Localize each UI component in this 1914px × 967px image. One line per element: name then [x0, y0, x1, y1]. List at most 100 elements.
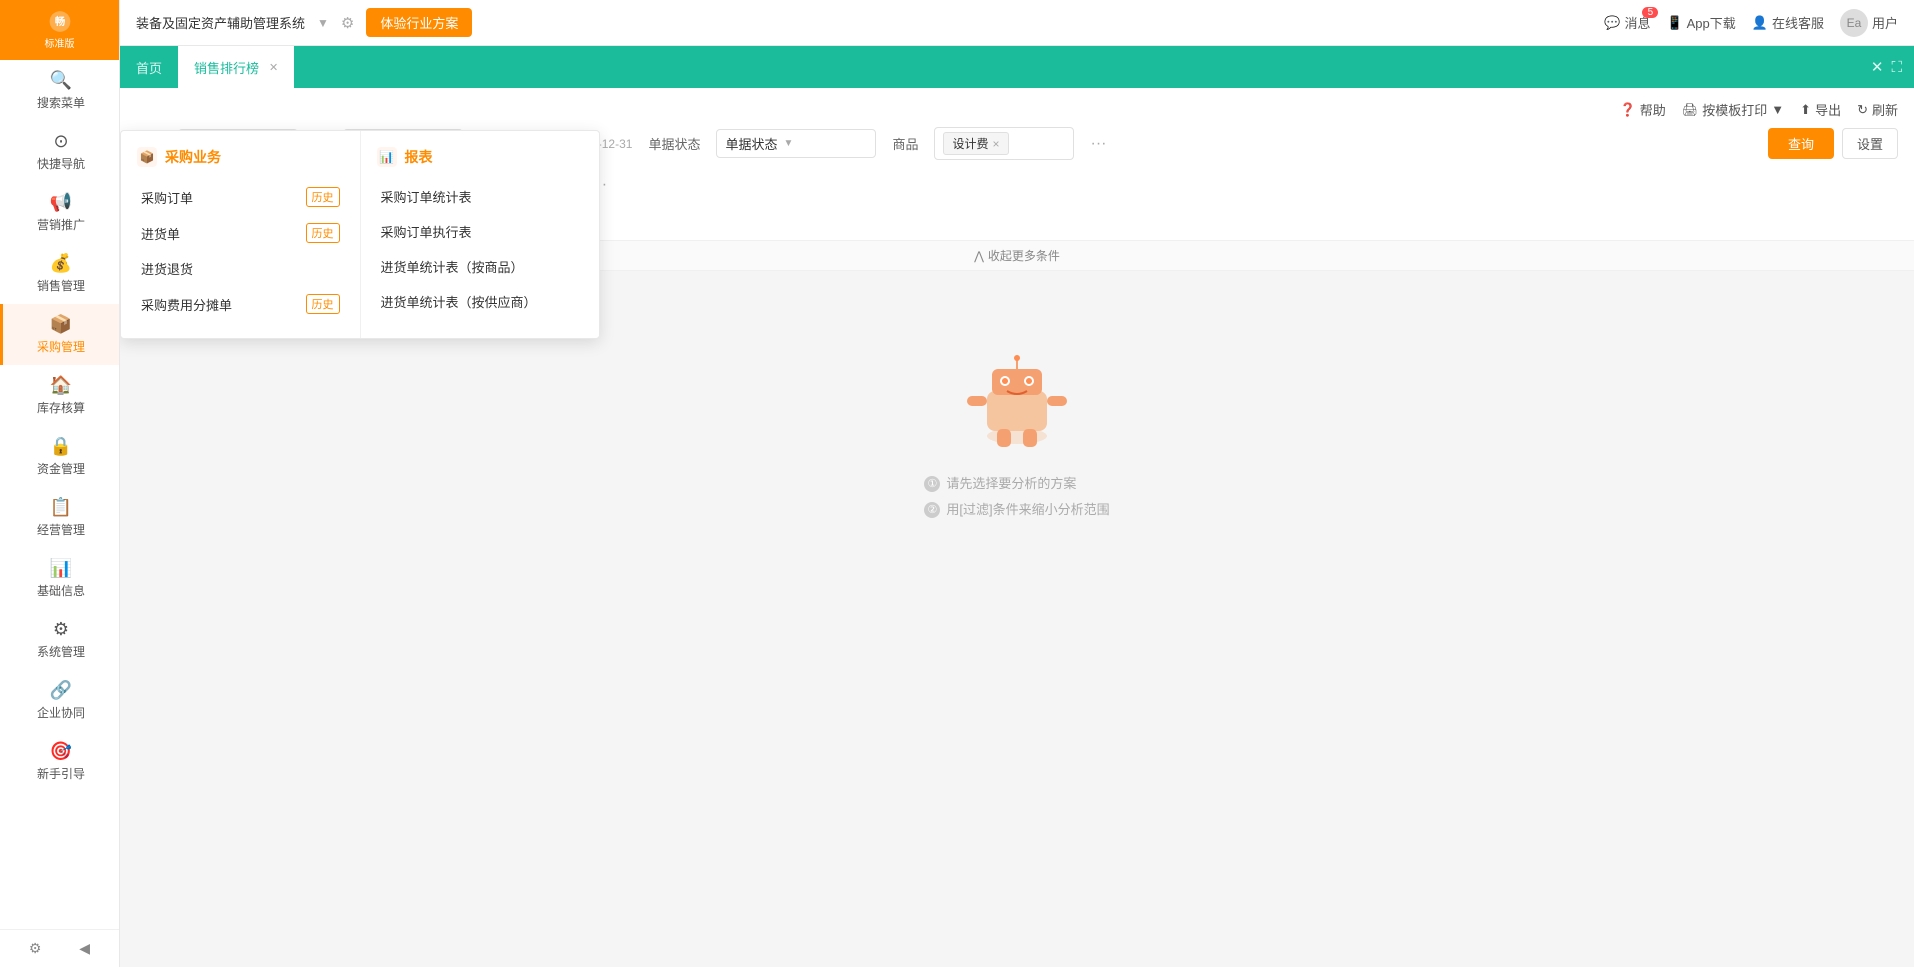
topbar: 装备及固定资产辅助管理系统 ▼ ⚙ 体验行业方案 💬 消息 5 📱 App下载 …: [120, 0, 1914, 46]
home-icon: ⊙: [53, 131, 68, 152]
sidebar-bottom: ⚙ ◀: [0, 929, 119, 967]
empty-hints: ① 请先选择要分析的方案 ② 用[过滤]条件来缩小分析范围: [924, 471, 1109, 523]
dropdown-item-purchase-order[interactable]: 采购订单 历史: [137, 179, 344, 215]
goods-select[interactable]: 设计费 ×: [934, 127, 1074, 160]
dropdown-purchase-title: 📦 采购业务: [137, 147, 344, 167]
empty-hint-1: ① 请先选择要分析的方案: [924, 471, 1109, 497]
capital-icon: 🔒: [50, 436, 72, 457]
tab-sales-rank[interactable]: 销售排行榜 ✕: [178, 46, 294, 88]
sidebar-item-system[interactable]: ⚙ 系统管理: [0, 609, 119, 670]
sidebar-logo-text: 标准版: [45, 35, 75, 50]
set-btn[interactable]: 设置: [1842, 128, 1898, 159]
sidebar-item-basic-info[interactable]: 📊 基础信息: [0, 548, 119, 609]
topbar-left: 装备及固定资产辅助管理系统 ▼ ⚙ 体验行业方案: [136, 8, 472, 37]
tabbar-actions: ✕ ⛶: [1859, 58, 1914, 76]
doc-status-label: 单据状态: [648, 134, 700, 153]
goods-label: 商品: [892, 134, 918, 153]
user-btn[interactable]: Ea 用户: [1840, 9, 1898, 37]
sidebar-item-enterprise[interactable]: 🔗 企业协同: [0, 670, 119, 731]
sidebar-item-purchase[interactable]: 📦 采购管理: [0, 304, 119, 365]
collapse-sidebar-icon[interactable]: ◀: [79, 940, 90, 957]
report-menu-icon: 📊: [377, 147, 397, 167]
sidebar-item-search[interactable]: 🔍 搜索菜单: [0, 60, 119, 121]
print-dropdown-icon: ▼: [1771, 102, 1784, 117]
doc-status-select[interactable]: 单据状态 ▼: [716, 129, 876, 158]
app-logo-icon: 畅: [42, 10, 78, 33]
operation-icon: 📋: [50, 497, 72, 518]
sidebar-item-capital[interactable]: 🔒 资金管理: [0, 426, 119, 487]
sidebar-item-quick-nav[interactable]: ⊙ 快捷导航: [0, 121, 119, 182]
content-area: ❓ 帮助 🖨 按模板打印 ▼ ⬆ 导出 ↻ 刷新 日: [120, 88, 1914, 967]
dropdown-item-purchase-expense[interactable]: 采购费用分摊单 历史: [137, 286, 344, 322]
dropdown-purchase-col: 📦 采购业务 采购订单 历史 进货单 历史 进货退货: [121, 131, 361, 338]
dropdown-item-report-stock-in-by-supplier[interactable]: 进货单统计表（按供应商）: [377, 284, 584, 319]
app-download-btn[interactable]: 📱 App下载: [1666, 13, 1735, 32]
dropdown-menu: 📦 采购业务 采购订单 历史 进货单 历史 进货退货: [120, 130, 600, 339]
message-badge: 5: [1642, 7, 1658, 18]
message-btn[interactable]: 💬 消息 5: [1604, 13, 1650, 32]
dropdown-report-title: 📊 报表: [377, 147, 584, 167]
sidebar-logo: 畅 标准版: [0, 0, 119, 60]
tab-close-all-icon[interactable]: ✕: [1871, 58, 1884, 76]
system-title-arrow-icon[interactable]: ▼: [317, 16, 329, 30]
print-icon: 🖨: [1682, 102, 1699, 118]
goods-more-icon[interactable]: ···: [1090, 135, 1106, 153]
sidebar-item-operation[interactable]: 📋 经营管理: [0, 487, 119, 548]
history-tag-purchase-order: 历史: [306, 187, 340, 207]
tab-expand-icon[interactable]: ⛶: [1891, 59, 1902, 76]
refresh-btn[interactable]: ↻ 刷新: [1857, 100, 1898, 119]
sidebar-item-sales[interactable]: 💰 销售管理: [0, 243, 119, 304]
sidebar-item-guide[interactable]: 🎯 新手引导: [0, 731, 119, 792]
dropdown-item-report-purchase-order-exec[interactable]: 采购订单执行表: [377, 214, 584, 249]
tab-home[interactable]: 首页: [120, 46, 178, 88]
dropdown-report-col: 📊 报表 采购订单统计表 采购订单执行表 进货单统计表（按商品） 进货单统计表（…: [361, 131, 600, 338]
settings-bottom-icon[interactable]: ⚙: [29, 940, 42, 957]
dropdown-item-report-stock-in-by-goods[interactable]: 进货单统计表（按商品）: [377, 249, 584, 284]
export-btn[interactable]: ⬆ 导出: [1800, 100, 1841, 119]
inventory-icon: 🏠: [50, 375, 72, 396]
empty-illustration: [957, 351, 1077, 451]
sidebar-item-marketing[interactable]: 📢 营销推广: [0, 182, 119, 243]
topbar-right: 💬 消息 5 📱 App下载 👤 在线客服 Ea 用户: [1604, 9, 1898, 37]
sidebar: 畅 标准版 🔍 搜索菜单 ⊙ 快捷导航 📢 营销推广 💰 销售管理 📦 采购管理…: [0, 0, 120, 967]
history-tag-stock-in: 历史: [306, 223, 340, 243]
system-settings-icon[interactable]: ⚙: [341, 14, 354, 32]
dropdown-item-return-goods[interactable]: 进货退货: [137, 251, 344, 286]
refresh-icon: ↻: [1857, 102, 1868, 118]
sales-icon: 💰: [50, 253, 72, 274]
print-btn[interactable]: 🖨 按模板打印 ▼: [1682, 100, 1784, 119]
system-icon: ⚙: [53, 619, 69, 640]
goods-tag: 设计费 ×: [943, 132, 1008, 155]
service-icon: 👤: [1752, 15, 1768, 31]
dropdown-item-stock-in[interactable]: 进货单 历史: [137, 215, 344, 251]
industry-btn[interactable]: 体验行业方案: [366, 8, 472, 37]
sidebar-nav: 🔍 搜索菜单 ⊙ 快捷导航 📢 营销推广 💰 销售管理 📦 采购管理 🏠 库存核…: [0, 60, 119, 929]
main-area: 装备及固定资产辅助管理系统 ▼ ⚙ 体验行业方案 💬 消息 5 📱 App下载 …: [120, 0, 1914, 967]
purchase-menu-icon: 📦: [137, 147, 157, 167]
avatar: Ea: [1840, 9, 1868, 37]
empty-hint-2: ② 用[过滤]条件来缩小分析范围: [924, 497, 1109, 523]
svg-text:畅: 畅: [54, 15, 65, 28]
dropdown-item-report-purchase-order-stat[interactable]: 采购订单统计表: [377, 179, 584, 214]
collapse-up-icon: ⋀: [974, 249, 984, 263]
export-icon: ⬆: [1800, 102, 1811, 118]
hint-1-num: ①: [924, 476, 940, 492]
sidebar-item-inventory[interactable]: 🏠 库存核算: [0, 365, 119, 426]
doc-status-arrow-icon: ▼: [783, 138, 793, 149]
guide-icon: 🎯: [50, 741, 72, 762]
query-btn[interactable]: 查询: [1768, 128, 1834, 159]
query-set-btns: 查询 设置: [1768, 128, 1898, 159]
online-service-btn[interactable]: 👤 在线客服: [1752, 13, 1824, 32]
tab-close-icon[interactable]: ✕: [269, 61, 278, 74]
tabbar: 首页 销售排行榜 ✕ ✕ ⛶: [120, 46, 1914, 88]
phone-icon: 📱: [1666, 15, 1682, 31]
basic-info-icon: 📊: [50, 558, 72, 579]
filter-toolbar-row: ❓ 帮助 🖨 按模板打印 ▼ ⬆ 导出 ↻ 刷新: [136, 100, 1898, 119]
help-btn[interactable]: ❓ 帮助: [1620, 100, 1666, 119]
message-icon: 💬: [1604, 15, 1620, 31]
goods-tag-remove[interactable]: ×: [993, 137, 1000, 151]
search-icon: 🔍: [50, 70, 72, 91]
marketing-icon: 📢: [50, 192, 72, 213]
system-title: 装备及固定资产辅助管理系统: [136, 13, 305, 32]
purchase-icon: 📦: [50, 314, 72, 335]
